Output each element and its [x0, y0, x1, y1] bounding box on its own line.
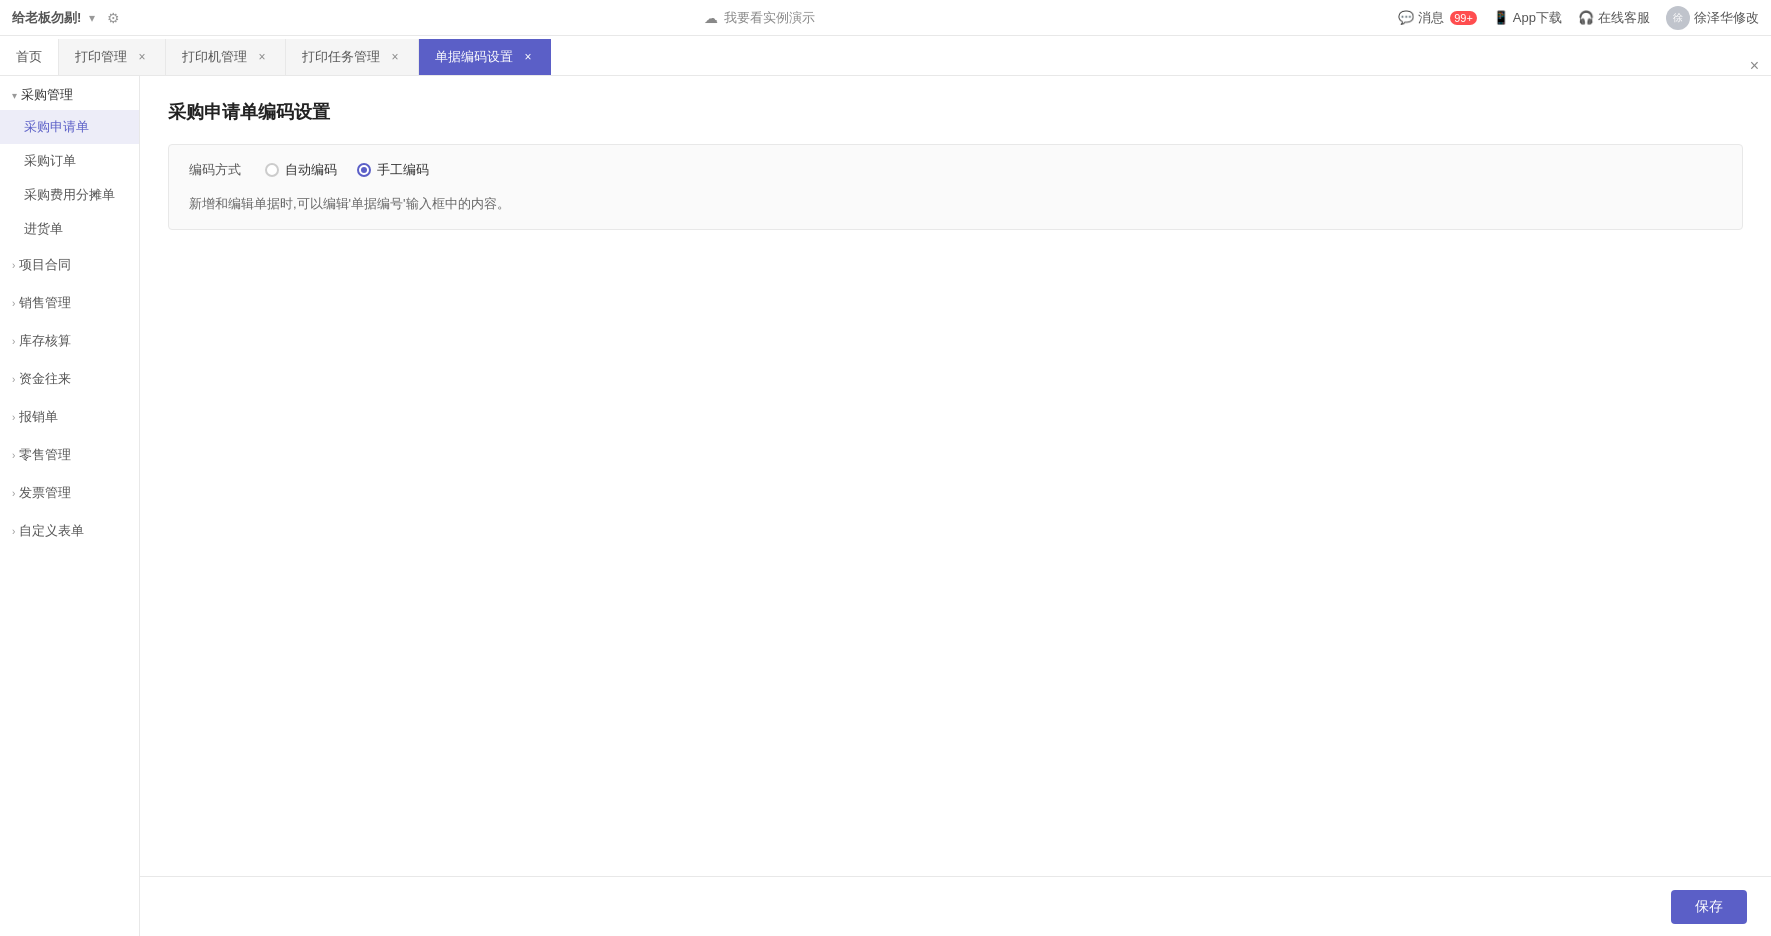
chevron-right-icon: › — [12, 260, 15, 271]
sidebar-item-capital[interactable]: › 资金往来 — [0, 360, 139, 398]
tab-bar-close-button[interactable]: × — [1738, 57, 1771, 75]
sidebar-group-purchase-label: 采购管理 — [21, 86, 73, 104]
hint-text: 新增和编辑单据时,可以编辑'单据编号'输入框中的内容。 — [189, 195, 1722, 213]
message-button[interactable]: 💬 消息 99+ — [1398, 9, 1477, 27]
sidebar: ▾ 采购管理 采购申请单 采购订单 采购费用分摊单 进货单 › 项目合同 › 销… — [0, 76, 140, 936]
manual-code-label: 手工编码 — [377, 161, 429, 179]
chevron-right-icon: › — [12, 298, 15, 309]
top-bar-right: 💬 消息 99+ 📱 App下载 🎧 在线客服 徐 徐泽华修改 — [1398, 6, 1759, 30]
tab-print-mgmt[interactable]: 打印管理 × — [59, 39, 166, 75]
encoding-method-label: 编码方式 — [189, 161, 245, 179]
tab-home-label: 首页 — [16, 48, 42, 66]
headset-icon: 🎧 — [1578, 10, 1594, 25]
download-icon: 📱 — [1493, 10, 1509, 25]
sidebar-item-inventory[interactable]: › 库存核算 — [0, 322, 139, 360]
chevron-right-icon: › — [12, 336, 15, 347]
tab-printer-mgmt[interactable]: 打印机管理 × — [166, 39, 286, 75]
footer-bar: 保存 — [140, 876, 1771, 936]
tab-home[interactable]: 首页 — [0, 39, 59, 75]
tab-print-mgmt-label: 打印管理 — [75, 48, 127, 66]
top-bar: 给老板勿剔! ▾ ⚙ ☁ 我要看实例演示 💬 消息 99+ 📱 App下载 🎧 … — [0, 0, 1771, 36]
encoding-form-section: 编码方式 自动编码 手工编码 — [168, 144, 1743, 230]
sidebar-item-custom-forms[interactable]: › 自定义表单 — [0, 512, 139, 550]
message-badge: 99+ — [1450, 11, 1477, 25]
encoding-method-row: 编码方式 自动编码 手工编码 — [189, 161, 1722, 179]
sidebar-item-label: 采购订单 — [24, 153, 76, 168]
online-service-button[interactable]: 🎧 在线客服 — [1578, 9, 1650, 27]
chevron-down-icon: ▾ — [12, 90, 17, 101]
tab-single-code[interactable]: 单据编码设置 × — [419, 39, 551, 75]
sidebar-item-purchase-request[interactable]: 采购申请单 — [0, 110, 139, 144]
app-download-button[interactable]: 📱 App下载 — [1493, 9, 1562, 27]
auto-code-label: 自动编码 — [285, 161, 337, 179]
sidebar-item-project-contract[interactable]: › 项目合同 — [0, 246, 139, 284]
sidebar-group-purchase-mgmt[interactable]: ▾ 采购管理 — [0, 76, 139, 110]
sidebar-item-purchase-order[interactable]: 采购订单 — [0, 144, 139, 178]
chevron-right-icon: › — [12, 374, 15, 385]
sidebar-item-invoice-mgmt[interactable]: › 发票管理 — [0, 474, 139, 512]
top-bar-left: 给老板勿剔! ▾ ⚙ — [12, 9, 120, 27]
radio-group: 自动编码 手工编码 — [265, 161, 429, 179]
content-area: 采购申请单编码设置 编码方式 自动编码 手工编码 — [140, 76, 1771, 936]
demo-link[interactable]: ☁ 我要看实例演示 — [704, 9, 815, 27]
chevron-down-icon[interactable]: ▾ — [89, 11, 95, 25]
sidebar-item-inbound[interactable]: 进货单 — [0, 212, 139, 246]
user-menu-button[interactable]: 徐 徐泽华修改 — [1666, 6, 1759, 30]
brand-label: 给老板勿剔! — [12, 9, 81, 27]
avatar: 徐 — [1666, 6, 1690, 30]
sidebar-item-purchase-expense[interactable]: 采购费用分摊单 — [0, 178, 139, 212]
cloud-icon: ☁ — [704, 10, 718, 26]
sidebar-item-label: 进货单 — [24, 221, 63, 236]
manual-code-radio[interactable]: 手工编码 — [357, 161, 429, 179]
sidebar-item-retail-mgmt[interactable]: › 零售管理 — [0, 436, 139, 474]
chevron-right-icon: › — [12, 526, 15, 537]
tab-printer-mgmt-close[interactable]: × — [255, 50, 269, 64]
auto-code-radio-circle[interactable] — [265, 163, 279, 177]
tab-print-task-mgmt-label: 打印任务管理 — [302, 48, 380, 66]
main-layout: ▾ 采购管理 采购申请单 采购订单 采购费用分摊单 进货单 › 项目合同 › 销… — [0, 76, 1771, 936]
manual-code-radio-circle[interactable] — [357, 163, 371, 177]
page-title: 采购申请单编码设置 — [168, 100, 1743, 124]
sidebar-item-sales-mgmt[interactable]: › 销售管理 — [0, 284, 139, 322]
settings-icon[interactable]: ⚙ — [107, 10, 120, 26]
tab-print-task-mgmt[interactable]: 打印任务管理 × — [286, 39, 419, 75]
chevron-right-icon: › — [12, 450, 15, 461]
sidebar-item-label: 采购申请单 — [24, 119, 89, 134]
save-button[interactable]: 保存 — [1671, 890, 1747, 924]
tab-single-code-label: 单据编码设置 — [435, 48, 513, 66]
tab-single-code-close[interactable]: × — [521, 50, 535, 64]
chevron-right-icon: › — [12, 412, 15, 423]
sidebar-item-returns[interactable]: › 报销单 — [0, 398, 139, 436]
message-icon: 💬 — [1398, 10, 1414, 25]
tab-printer-mgmt-label: 打印机管理 — [182, 48, 247, 66]
auto-code-radio[interactable]: 自动编码 — [265, 161, 337, 179]
tab-print-mgmt-close[interactable]: × — [135, 50, 149, 64]
content-inner: 采购申请单编码设置 编码方式 自动编码 手工编码 — [140, 76, 1771, 876]
tab-print-task-mgmt-close[interactable]: × — [388, 50, 402, 64]
tab-bar: 首页 打印管理 × 打印机管理 × 打印任务管理 × 单据编码设置 × × — [0, 36, 1771, 76]
radio-dot — [361, 167, 367, 173]
sidebar-item-label: 采购费用分摊单 — [24, 187, 115, 202]
chevron-right-icon: › — [12, 488, 15, 499]
